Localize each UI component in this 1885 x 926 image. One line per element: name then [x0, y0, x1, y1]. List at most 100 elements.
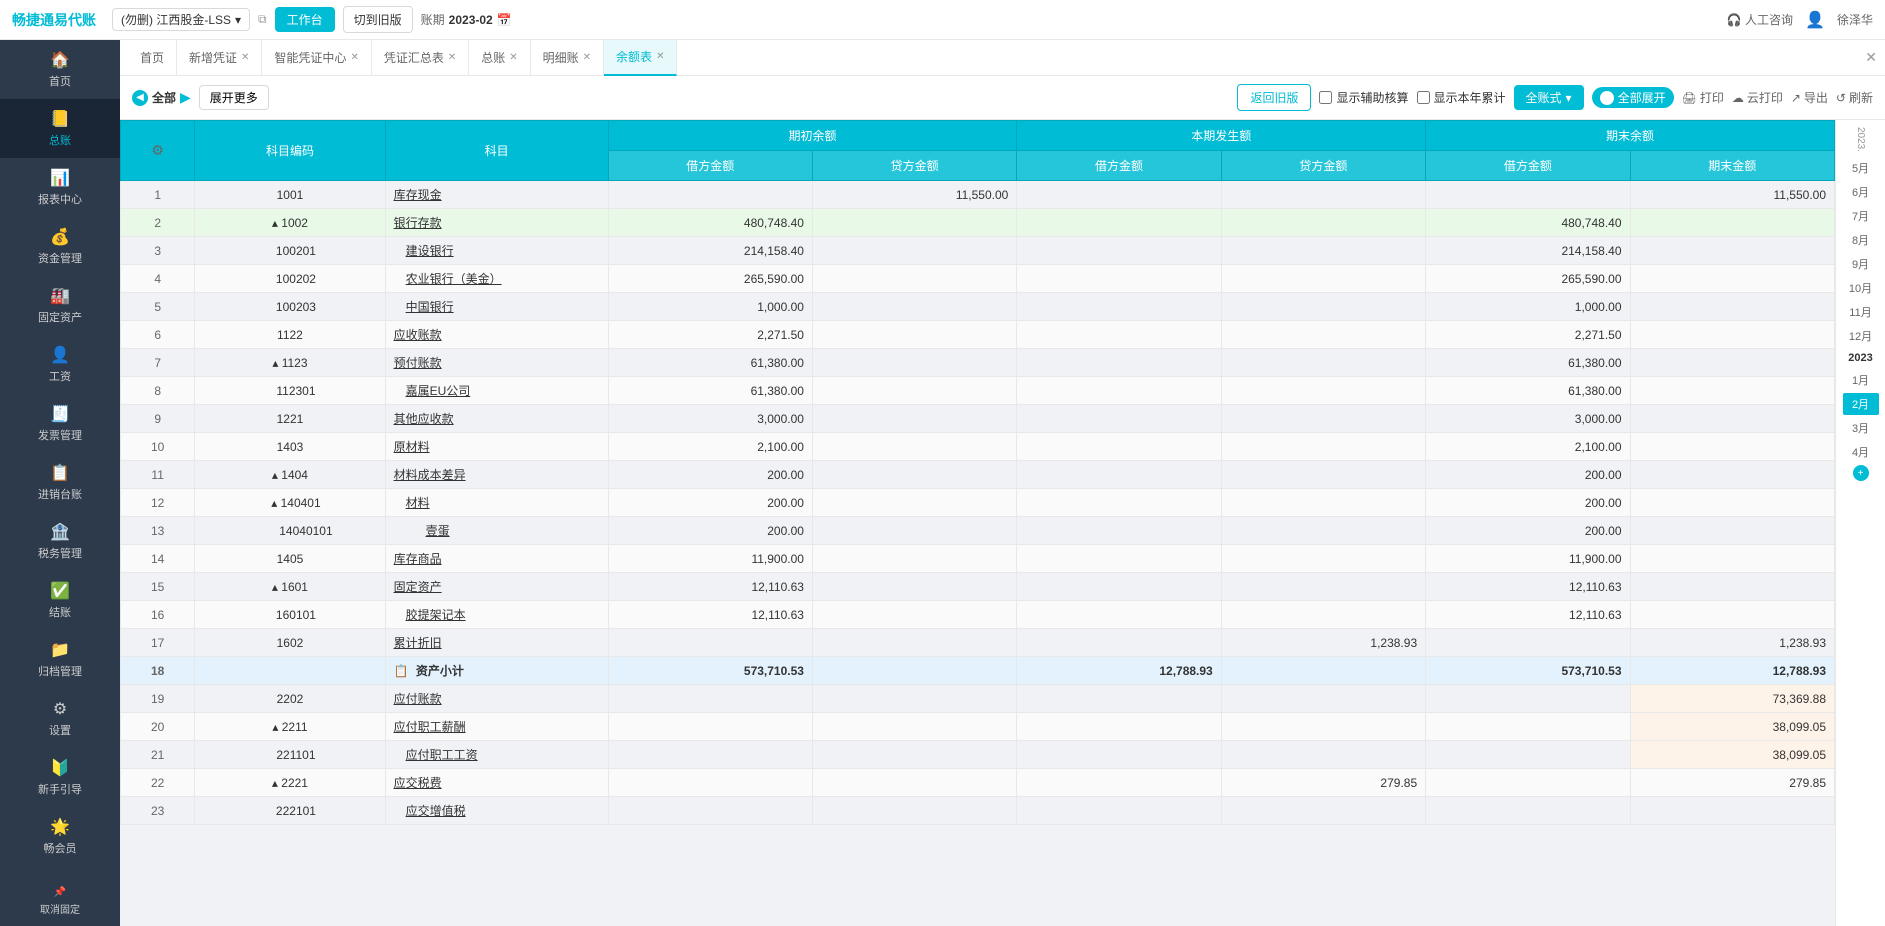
row-name[interactable]: 应交税费: [385, 769, 608, 797]
right-panel-month11[interactable]: 11月: [1847, 301, 1873, 323]
print-button[interactable]: 🖨 打印: [1682, 89, 1724, 106]
tab-smart-voucher[interactable]: 智能凭证中心 ✕: [262, 40, 371, 76]
row-name[interactable]: 应交增值税: [385, 797, 608, 825]
close-tab-balance-sheet[interactable]: ✕: [656, 51, 664, 62]
row-name[interactable]: 材料成本差异: [385, 461, 608, 489]
tab-detail-ledger[interactable]: 明细账 ✕: [531, 40, 604, 76]
row-amount: [812, 713, 1016, 741]
sidebar-item-guide[interactable]: 🔰 新手引导: [0, 748, 120, 807]
sidebar-item-archive[interactable]: 📁 归档管理: [0, 630, 120, 689]
sidebar-item-home[interactable]: 🏠 首页: [0, 40, 120, 99]
row-name[interactable]: 应付职工工资: [385, 741, 608, 769]
row-amount: [1221, 349, 1425, 377]
row-name[interactable]: 应付职工薪酬: [385, 713, 608, 741]
member-icon: 🌟: [50, 817, 70, 837]
expand-all-toggle[interactable]: 全部展开: [1592, 87, 1674, 108]
show-aux-checkbox[interactable]: 显示辅助核算: [1319, 89, 1408, 106]
row-name[interactable]: 壹蛋: [385, 517, 608, 545]
close-tab-voucher-summary[interactable]: ✕: [448, 52, 456, 63]
sidebar-item-purchase[interactable]: 📋 进销台账: [0, 453, 120, 512]
right-panel-expand-circle[interactable]: +: [1853, 465, 1869, 481]
row-name[interactable]: 📋 资产小计: [385, 657, 608, 685]
close-tab-detail-ledger[interactable]: ✕: [583, 52, 591, 63]
row-amount: [812, 237, 1016, 265]
sidebar-label-member: 畅会员: [44, 840, 77, 856]
row-number: 19: [121, 685, 195, 713]
row-name[interactable]: 原材料: [385, 433, 608, 461]
calendar-icon[interactable]: 📅: [497, 13, 512, 27]
sidebar-item-funds[interactable]: 💰 资金管理: [0, 217, 120, 276]
consult-link[interactable]: 🎧 人工咨询: [1727, 11, 1793, 28]
fullscreen-mode-button[interactable]: 全账式 ▾: [1514, 85, 1584, 110]
sidebar-item-settings[interactable]: ⚙ 设置: [0, 689, 120, 748]
unpin-button[interactable]: 📌 取消固定: [0, 877, 120, 926]
expand-more-button[interactable]: 展开更多: [199, 85, 269, 110]
sidebar-item-reports[interactable]: 📊 报表中心: [0, 158, 120, 217]
close-tab-smart-voucher[interactable]: ✕: [350, 52, 358, 63]
sidebar-item-closing[interactable]: ✅ 结账: [0, 571, 120, 630]
export-button[interactable]: ↗ 导出: [1791, 89, 1828, 106]
row-name[interactable]: 农业银行（美金）: [385, 265, 608, 293]
tab-voucher-summary[interactable]: 凭证汇总表 ✕: [372, 40, 469, 76]
right-panel-month5[interactable]: 5月: [1850, 157, 1871, 179]
right-panel-month1[interactable]: 1月: [1850, 369, 1871, 391]
row-name[interactable]: 建设银行: [385, 237, 608, 265]
sidebar-item-payroll[interactable]: 👤 工资: [0, 335, 120, 394]
tab-new-voucher[interactable]: 新增凭证 ✕: [177, 40, 262, 76]
row-name[interactable]: 库存现金: [385, 181, 608, 209]
company-selector[interactable]: (勿删) 江西股金-LSS ▾: [112, 8, 250, 31]
row-amount: [812, 461, 1016, 489]
row-code: 222101: [195, 797, 385, 825]
user-avatar: 👤: [1805, 10, 1825, 30]
row-name[interactable]: 库存商品: [385, 545, 608, 573]
company-label: (勿删) 江西股金-LSS: [121, 11, 231, 28]
right-panel-month2-active[interactable]: 2月: [1843, 393, 1879, 415]
workbench-button[interactable]: 工作台: [275, 7, 335, 32]
row-code: [195, 657, 385, 685]
close-all-tabs[interactable]: ✕: [1865, 49, 1877, 66]
row-name[interactable]: 其他应收款: [385, 405, 608, 433]
right-panel-month9[interactable]: 9月: [1850, 253, 1871, 275]
row-name[interactable]: 应收账款: [385, 321, 608, 349]
row-number: 5: [121, 293, 195, 321]
sidebar-label-closing: 结账: [49, 604, 71, 620]
tab-home[interactable]: 首页: [128, 40, 177, 76]
row-amount: 1,000.00: [608, 293, 812, 321]
right-panel-month7[interactable]: 7月: [1850, 205, 1871, 227]
tab-balance-sheet[interactable]: 余额表 ✕: [604, 40, 677, 76]
right-panel-month6[interactable]: 6月: [1850, 181, 1871, 203]
row-name[interactable]: 固定资产: [385, 573, 608, 601]
cloud-print-button[interactable]: ☁ 云打印: [1732, 89, 1783, 106]
refresh-button[interactable]: ↺ 刷新: [1836, 89, 1873, 106]
right-panel-month4[interactable]: 4月: [1850, 441, 1871, 463]
return-old-version-button[interactable]: 返回旧版: [1237, 84, 1311, 111]
row-name[interactable]: 嘉属EU公司: [385, 377, 608, 405]
row-name[interactable]: 银行存款: [385, 209, 608, 237]
copy-icon[interactable]: ⧉: [258, 12, 267, 27]
sidebar-item-ledger[interactable]: 📒 总账: [0, 99, 120, 158]
row-name[interactable]: 应付账款: [385, 685, 608, 713]
row-name[interactable]: 中国银行: [385, 293, 608, 321]
tab-general-ledger[interactable]: 总账 ✕: [469, 40, 530, 76]
right-panel-month8[interactable]: 8月: [1850, 229, 1871, 251]
sidebar-item-tax[interactable]: 🏦 税务管理: [0, 512, 120, 571]
row-name[interactable]: 材料: [385, 489, 608, 517]
show-ytd-checkbox[interactable]: 显示本年累计: [1417, 89, 1506, 106]
right-panel-month12[interactable]: 12月: [1847, 325, 1874, 347]
close-tab-general-ledger[interactable]: ✕: [509, 52, 517, 63]
end-header: 期末余额: [1426, 121, 1835, 151]
row-name[interactable]: 胶提架记本: [385, 601, 608, 629]
right-panel-month10[interactable]: 10月: [1847, 277, 1874, 299]
row-name[interactable]: 预付账款: [385, 349, 608, 377]
close-tab-new-voucher[interactable]: ✕: [241, 52, 249, 63]
old-version-button[interactable]: 切到旧版: [343, 6, 413, 33]
sidebar-item-invoice[interactable]: 🧾 发票管理: [0, 394, 120, 453]
row-name[interactable]: 累计折旧: [385, 629, 608, 657]
gear-icon[interactable]: ⚙: [151, 142, 164, 158]
row-amount: [1221, 657, 1425, 685]
sidebar-item-assets[interactable]: 🏭 固定资产: [0, 276, 120, 335]
right-panel-month3[interactable]: 3月: [1850, 417, 1871, 439]
sidebar-item-member[interactable]: 🌟 畅会员: [0, 807, 120, 866]
row-amount: [1017, 573, 1221, 601]
row-amount: [1221, 433, 1425, 461]
